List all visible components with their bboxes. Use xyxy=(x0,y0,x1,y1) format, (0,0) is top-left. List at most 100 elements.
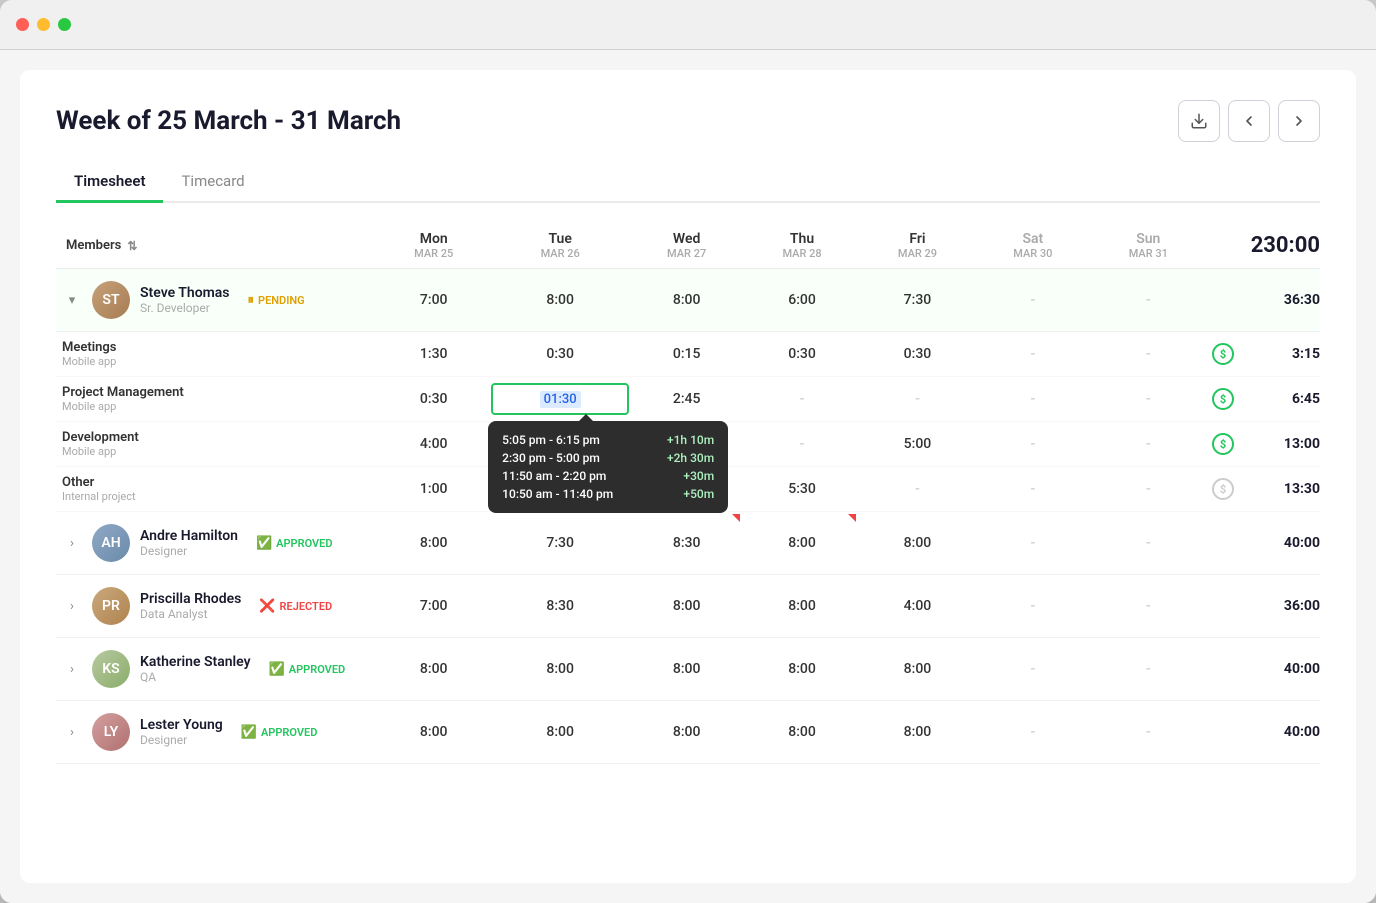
dev-fri[interactable]: 5:00 xyxy=(860,422,975,467)
rejected-icon-priscilla: ❌ xyxy=(259,599,275,614)
status-badge-katherine: ✅ APPROVED xyxy=(261,659,354,680)
sort-icon[interactable]: ⇅ xyxy=(127,239,137,253)
chevron-steve[interactable]: ▾ xyxy=(62,293,82,308)
steve-mon[interactable]: 7:00 xyxy=(376,269,491,332)
pm-mon[interactable]: 0:30 xyxy=(376,377,491,422)
lester-thu[interactable]: 8:00 xyxy=(744,701,859,764)
lester-wed[interactable]: 8:00 xyxy=(629,701,744,764)
lester-sat: - xyxy=(975,701,1090,764)
andre-mon[interactable]: 8:00 xyxy=(376,512,491,575)
priscilla-mon[interactable]: 7:00 xyxy=(376,575,491,638)
col-wed: Wed MAR 27 xyxy=(629,223,744,269)
card-header: Week of 25 March - 31 March xyxy=(56,100,1320,142)
katherine-thu[interactable]: 8:00 xyxy=(744,638,859,701)
steve-thu[interactable]: 6:00 xyxy=(744,269,859,332)
priscilla-fri[interactable]: 4:00 xyxy=(860,575,975,638)
priscilla-wed[interactable]: 8:00 xyxy=(629,575,744,638)
prev-week-button[interactable] xyxy=(1228,100,1270,142)
members-label: Members xyxy=(66,238,121,253)
chevron-priscilla[interactable]: › xyxy=(62,599,82,614)
andre-total: 40:00 xyxy=(1240,512,1320,575)
tab-timecard[interactable]: Timecard xyxy=(163,162,262,203)
close-btn[interactable] xyxy=(16,18,29,31)
katherine-wed[interactable]: 8:00 xyxy=(629,638,744,701)
pm-total: 6:45 xyxy=(1240,377,1320,422)
tooltip-row-4: 10:50 am - 11:40 pm +50m xyxy=(502,485,714,503)
lester-tue[interactable]: 8:00 xyxy=(491,701,629,764)
col-mon: Mon MAR 25 xyxy=(376,223,491,269)
lester-fri[interactable]: 8:00 xyxy=(860,701,975,764)
col-thu: Thu MAR 28 xyxy=(744,223,859,269)
other-mon[interactable]: 1:00 xyxy=(376,467,491,512)
meetings-wed[interactable]: 0:15 xyxy=(629,332,744,377)
steve-wed[interactable]: 8:00 xyxy=(629,269,744,332)
member-info-priscilla: › PR Priscilla Rhodes Data Analyst ❌ REJ… xyxy=(56,575,376,638)
member-name-wrap-priscilla: Priscilla Rhodes Data Analyst xyxy=(140,591,241,621)
corner-mark-andre-thu xyxy=(848,514,856,522)
member-name-katherine: Katherine Stanley xyxy=(140,654,251,670)
tabs: Timesheet Timecard xyxy=(56,162,1320,203)
member-role-katherine: QA xyxy=(140,670,251,684)
member-name-priscilla: Priscilla Rhodes xyxy=(140,591,241,607)
sub-name-other: Other Internal project xyxy=(56,467,376,512)
lester-mon[interactable]: 8:00 xyxy=(376,701,491,764)
chevron-lester[interactable]: › xyxy=(62,725,82,740)
andre-tue[interactable]: 7:30 xyxy=(491,512,629,575)
dev-thu[interactable]: - xyxy=(744,422,859,467)
andre-wed[interactable]: 8:30 xyxy=(629,512,744,575)
lester-billable-col xyxy=(1206,701,1240,764)
content-area: Week of 25 March - 31 March xyxy=(0,50,1376,903)
meetings-mon[interactable]: 1:30 xyxy=(376,332,491,377)
download-button[interactable] xyxy=(1178,100,1220,142)
other-thu[interactable]: 5:30 xyxy=(744,467,859,512)
steve-sun: - xyxy=(1091,269,1206,332)
member-name-lester: Lester Young xyxy=(140,717,223,733)
pm-fri[interactable]: - xyxy=(860,377,975,422)
katherine-tue[interactable]: 8:00 xyxy=(491,638,629,701)
member-name-andre: Andre Hamilton xyxy=(140,528,238,544)
meetings-fri[interactable]: 0:30 xyxy=(860,332,975,377)
member-role-priscilla: Data Analyst xyxy=(140,607,241,621)
pm-wed[interactable]: 2:45 xyxy=(629,377,744,422)
priscilla-billable-col xyxy=(1206,575,1240,638)
table-wrap: Members ⇅ Mon MAR 25 Tue MAR 26 xyxy=(56,223,1320,853)
member-row-lester: › LY Lester Young Designer ✅ APPROVED xyxy=(56,701,1320,764)
andre-thu[interactable]: 8:00 xyxy=(744,512,859,575)
steve-tue[interactable]: 8:00 xyxy=(491,269,629,332)
katherine-fri[interactable]: 8:00 xyxy=(860,638,975,701)
member-info-katherine: › KS Katherine Stanley QA ✅ APPROVED xyxy=(56,638,376,701)
meetings-thu[interactable]: 0:30 xyxy=(744,332,859,377)
priscilla-tue[interactable]: 8:30 xyxy=(491,575,629,638)
maximize-btn[interactable] xyxy=(58,18,71,31)
tab-timesheet[interactable]: Timesheet xyxy=(56,162,163,203)
pm-sat: - xyxy=(975,377,1090,422)
dev-mon[interactable]: 4:00 xyxy=(376,422,491,467)
timesheet-table: Members ⇅ Mon MAR 25 Tue MAR 26 xyxy=(56,223,1320,764)
meetings-tue[interactable]: 0:30 xyxy=(491,332,629,377)
member-name-steve: Steve Thomas xyxy=(140,285,230,301)
main-card: Week of 25 March - 31 March xyxy=(20,70,1356,883)
sub-row-meetings: Meetings Mobile app 1:30 0:30 0:15 0:30 … xyxy=(56,332,1320,377)
avatar-steve: ST xyxy=(92,281,130,319)
col-total-header: 230:00 xyxy=(1240,223,1320,269)
chevron-katherine[interactable]: › xyxy=(62,662,82,677)
status-badge-lester: ✅ APPROVED xyxy=(233,722,326,743)
app-window: Week of 25 March - 31 March xyxy=(0,0,1376,903)
andre-sun: - xyxy=(1091,512,1206,575)
other-fri[interactable]: - xyxy=(860,467,975,512)
pm-thu[interactable]: - xyxy=(744,377,859,422)
priscilla-thu[interactable]: 8:00 xyxy=(744,575,859,638)
pm-tue[interactable]: 01:30 5:05 pm - 6:15 pm +1h 10m 2 xyxy=(491,377,629,422)
avatar-katherine: KS xyxy=(92,650,130,688)
next-week-button[interactable] xyxy=(1278,100,1320,142)
other-sat: - xyxy=(975,467,1090,512)
steve-fri[interactable]: 7:30 xyxy=(860,269,975,332)
katherine-mon[interactable]: 8:00 xyxy=(376,638,491,701)
steve-billable-col xyxy=(1206,269,1240,332)
approved-icon-katherine: ✅ xyxy=(269,662,285,677)
andre-fri[interactable]: 8:00 xyxy=(860,512,975,575)
member-name-wrap-lester: Lester Young Designer xyxy=(140,717,223,747)
chevron-andre[interactable]: › xyxy=(62,536,82,551)
minimize-btn[interactable] xyxy=(37,18,50,31)
status-badge-priscilla: ❌ REJECTED xyxy=(251,596,340,617)
